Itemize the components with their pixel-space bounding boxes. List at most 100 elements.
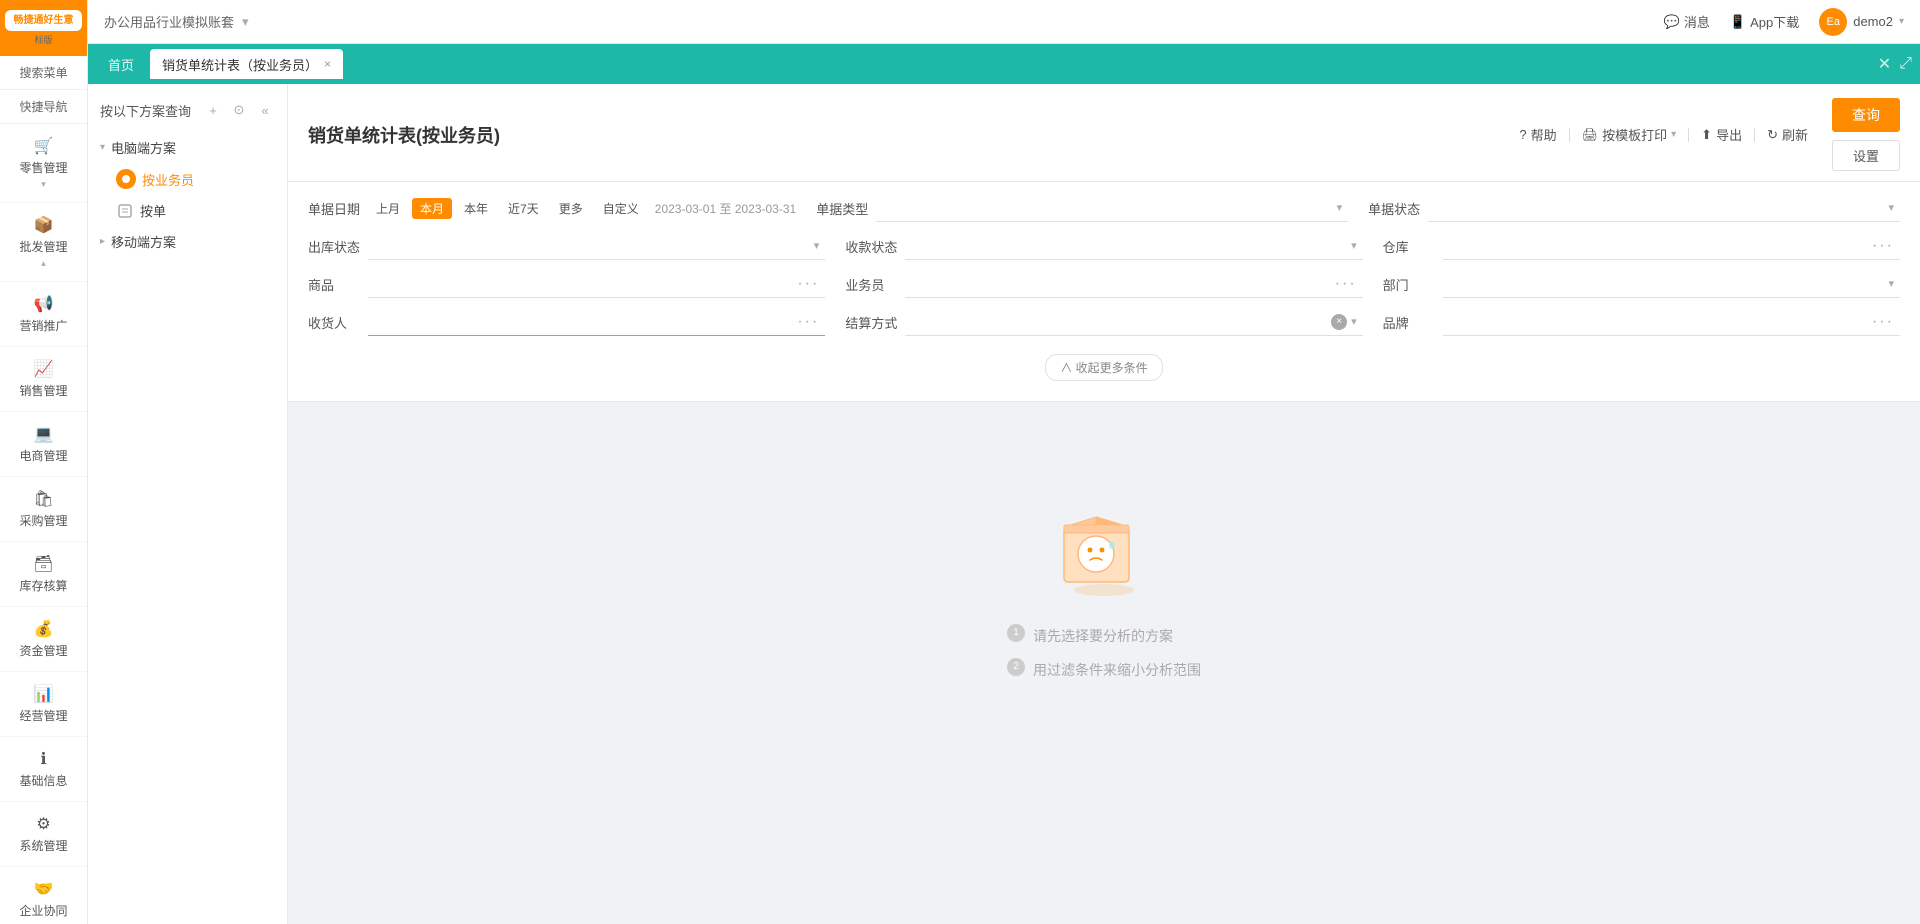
template-print-btn[interactable]: 🖨 按模板打印 ▾ — [1582, 125, 1677, 144]
brand-dots[interactable]: ··· — [1872, 313, 1894, 331]
scheme-pc[interactable]: ▾ 电脑端方案 — [88, 132, 287, 163]
filter-receiver: 收货人 ··· — [308, 308, 825, 336]
wholesale-icon: 📦 — [34, 215, 54, 235]
scheme-settings-btn[interactable]: ⊙ — [229, 100, 249, 120]
warehouse-control[interactable]: ··· — [1443, 232, 1900, 260]
goods-label: 商品 — [308, 275, 368, 294]
help-icon: ? — [1519, 127, 1526, 142]
app-logo[interactable]: 畅捷通好生意 标版 — [0, 0, 87, 56]
filter-goods: 商品 ··· — [308, 270, 825, 298]
date-btn-custom[interactable]: 自定义 — [595, 198, 647, 219]
retail-icon: 🛒 — [34, 136, 54, 156]
message-btn[interactable]: 💬 消息 — [1664, 12, 1710, 31]
sidebar-item-label: 零售管理 — [19, 159, 67, 176]
settings-btn[interactable]: 设置 — [1832, 140, 1900, 171]
filter-area: 单据日期 上月 本月 本年 近7天 更多 自定义 2023-03-01 至 20… — [288, 182, 1920, 402]
tab-close-all-icon[interactable]: ✕ — [1878, 54, 1891, 74]
filter-row-2: 出库状态 ▾ 收款状态 ▾ — [308, 232, 1900, 260]
export-label: 导出 — [1716, 125, 1742, 144]
app-icon: 📱 — [1730, 14, 1746, 30]
enterprise-icon: 🤝 — [34, 879, 54, 899]
tab-close-icon[interactable]: × — [324, 57, 331, 71]
industry-dropdown[interactable]: ▾ — [242, 14, 249, 30]
date-btn-7days[interactable]: 近7天 — [500, 198, 547, 219]
receipt-status-control[interactable]: ▾ — [905, 232, 1362, 260]
sidebar-item-system[interactable]: ⚙ 系统管理 — [0, 802, 87, 867]
salesperson-dots[interactable]: ··· — [1335, 275, 1357, 293]
scheme-order-label: 按单 — [140, 201, 166, 220]
doc-status-control[interactable]: ▾ — [1428, 194, 1900, 222]
department-control[interactable]: ▾ — [1443, 270, 1900, 298]
sidebar-item-wholesale[interactable]: 📦 批发管理 ▴ — [0, 203, 87, 282]
scheme-collapse-btn[interactable]: « — [255, 100, 275, 120]
date-btn-more[interactable]: 更多 — [551, 198, 591, 219]
message-label: 消息 — [1684, 12, 1710, 31]
goods-control[interactable]: ··· — [368, 270, 825, 298]
brand-control[interactable]: ··· — [1443, 308, 1900, 336]
receiver-dots[interactable]: ··· — [797, 313, 819, 331]
filter-row-3: 商品 ··· 业务员 ··· — [308, 270, 1900, 298]
scheme-by-salesperson[interactable]: 按业务员 — [88, 163, 287, 195]
sidebar-item-retail[interactable]: 🛒 零售管理 ▾ — [0, 124, 87, 203]
sidebar-item-marketing[interactable]: 📢 营销推广 — [0, 282, 87, 347]
sidebar-item-enterprise[interactable]: 🤝 企业协同 — [0, 867, 87, 924]
sidebar-item-ecommerce[interactable]: 💻 电商管理 — [0, 412, 87, 477]
step1-num: 1 — [1007, 624, 1025, 642]
app-download-btn[interactable]: 📱 App下载 — [1730, 12, 1799, 31]
tab-home[interactable]: 首页 — [96, 49, 146, 79]
help-btn[interactable]: ? 帮助 — [1519, 125, 1556, 144]
sidebar-item-finance[interactable]: 💰 资金管理 — [0, 607, 87, 672]
operations-icon: 📊 — [34, 684, 54, 704]
sidebar-item-basic[interactable]: ℹ 基础信息 — [0, 737, 87, 802]
tab-fullscreen-icon[interactable]: ⤢ — [1899, 55, 1912, 73]
page-actions: ? 帮助 🖨 按模板打印 ▾ ⬆ 导出 — [1519, 98, 1900, 171]
date-btn-this-year[interactable]: 本年 — [456, 198, 496, 219]
sidebar-item-label: 资金管理 — [19, 642, 67, 659]
add-scheme-btn[interactable]: + — [203, 100, 223, 120]
query-btn[interactable]: 查询 — [1832, 98, 1900, 132]
purchase-icon: 🛍 — [33, 489, 53, 509]
left-panel-title: 按以下方案查询 — [100, 101, 191, 120]
active-indicator — [116, 169, 136, 189]
payment-control[interactable]: × ▾ — [905, 308, 1362, 336]
sidebar-item-inventory[interactable]: 🗃 库存核算 — [0, 542, 87, 607]
out-status-control[interactable]: ▾ — [368, 232, 825, 260]
doc-type-control[interactable]: ▾ — [876, 194, 1348, 222]
warehouse-dots[interactable]: ··· — [1872, 237, 1894, 255]
sales-icon: 📈 — [34, 359, 54, 379]
sidebar-quick-nav[interactable]: 快捷导航 — [0, 90, 87, 124]
sidebar-item-purchase[interactable]: 🛍 采购管理 — [0, 477, 87, 542]
payment-clear-btn[interactable]: × — [1331, 314, 1347, 330]
collapse-btn[interactable]: ∧ 收起更多条件 — [1045, 354, 1162, 381]
goods-dots[interactable]: ··· — [797, 275, 819, 293]
scheme-section-pc: ▾ 电脑端方案 按业务员 按单 ▸ 移动端方案 — [88, 128, 287, 261]
avatar[interactable]: Ea — [1819, 8, 1847, 36]
date-filter-label: 单据日期 — [308, 199, 368, 218]
scheme-mobile[interactable]: ▸ 移动端方案 — [88, 226, 287, 257]
sidebar-item-operations[interactable]: 📊 经营管理 — [0, 672, 87, 737]
user-area[interactable]: Ea demo2 ▾ — [1819, 8, 1904, 36]
scheme-by-order[interactable]: 按单 — [88, 195, 287, 226]
top-header: 办公用品行业模拟账套 ▾ 💬 消息 📱 App下载 Ea demo2 ▾ — [88, 0, 1920, 44]
user-dropdown-icon[interactable]: ▾ — [1899, 16, 1904, 27]
receiver-control[interactable]: ··· — [368, 308, 825, 336]
salesperson-control[interactable]: ··· — [905, 270, 1362, 298]
sidebar-item-sales[interactable]: 📈 销售管理 — [0, 347, 87, 412]
refresh-btn[interactable]: ↻ 刷新 — [1767, 125, 1808, 144]
empty-step1-text: 请先选择要分析的方案 — [1033, 622, 1173, 650]
receipt-status-arrow: ▾ — [1351, 239, 1357, 252]
date-btn-this-month[interactable]: 本月 — [412, 198, 452, 219]
marketing-icon: 📢 — [34, 294, 54, 314]
export-btn[interactable]: ⬆ 导出 — [1701, 125, 1742, 144]
refresh-icon: ↻ — [1767, 127, 1778, 143]
filter-doc-type: 单据类型 ▾ — [816, 194, 1348, 222]
tab-sales-stat[interactable]: 销货单统计表（按业务员） × — [150, 49, 343, 79]
print-dropdown-icon[interactable]: ▾ — [1671, 129, 1676, 140]
avatar-text: Ea — [1826, 16, 1839, 28]
doc-type-label: 单据类型 — [816, 199, 876, 218]
date-btn-last-month[interactable]: 上月 — [368, 198, 408, 219]
tree-collapse-icon: ▸ — [100, 236, 105, 247]
inventory-icon: 🗃 — [33, 554, 53, 574]
ecommerce-icon: 💻 — [34, 424, 54, 444]
sidebar-search[interactable]: 搜索菜单 — [0, 56, 87, 90]
